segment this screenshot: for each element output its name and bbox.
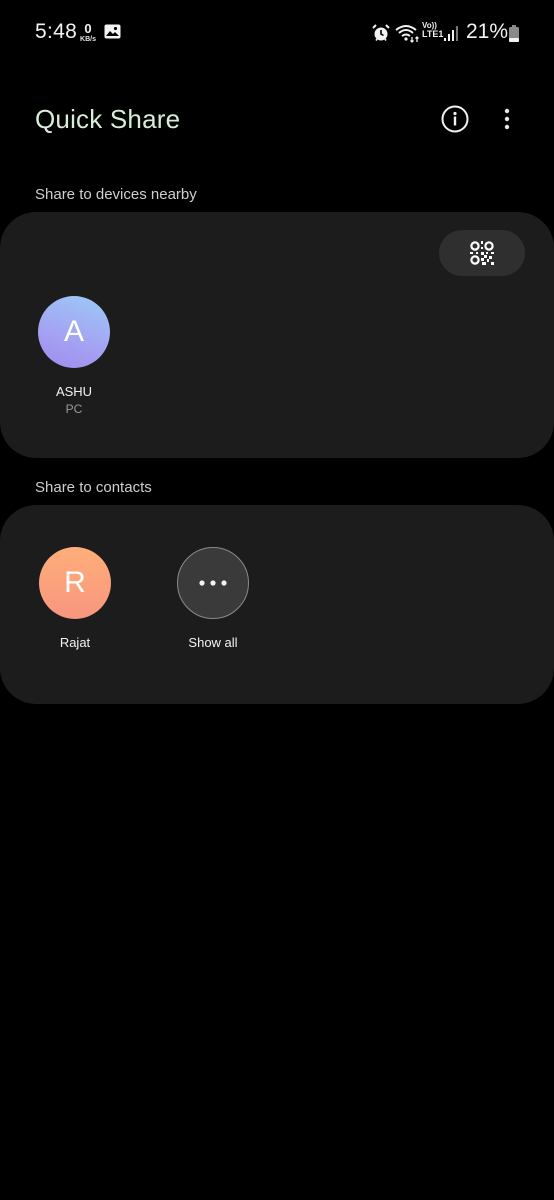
device-type: PC bbox=[65, 402, 83, 416]
show-all-label: Show all bbox=[188, 635, 238, 650]
alarm-icon bbox=[372, 24, 390, 41]
avatar: A bbox=[38, 296, 110, 368]
volte-icon: Vo)) LTE1 bbox=[422, 21, 444, 39]
contact-name: Rajat bbox=[59, 635, 91, 650]
nearby-devices-card: A ASHU PC bbox=[0, 212, 554, 458]
info-icon[interactable] bbox=[440, 104, 470, 134]
more-options-icon[interactable] bbox=[496, 104, 518, 134]
qr-code-icon bbox=[470, 241, 494, 265]
device-name: ASHU bbox=[55, 384, 93, 399]
page-title: Quick Share bbox=[35, 104, 181, 134]
more-horizontal-icon bbox=[177, 547, 249, 619]
network-speed-unit: KB/s bbox=[80, 36, 96, 43]
status-time: 5:48 bbox=[35, 20, 78, 43]
battery-icon bbox=[509, 25, 519, 42]
show-all-button[interactable]: Show all bbox=[158, 547, 268, 650]
battery-percent: 21% bbox=[466, 20, 509, 43]
contact-target-rajat[interactable]: R Rajat bbox=[20, 547, 130, 650]
device-target-ashu[interactable]: A ASHU PC bbox=[19, 296, 129, 416]
nearby-devices-label: Share to devices nearby bbox=[35, 186, 197, 203]
contacts-label: Share to contacts bbox=[35, 479, 152, 496]
signal-icon bbox=[444, 26, 458, 41]
avatar: R bbox=[39, 547, 111, 619]
network-speed: 0 KB/s bbox=[78, 22, 98, 43]
network-speed-value: 0 bbox=[84, 21, 92, 36]
contacts-card: R Rajat Show all bbox=[0, 505, 554, 704]
wifi-icon bbox=[395, 25, 419, 43]
gallery-icon bbox=[104, 24, 121, 39]
status-bar: 5:48 0 KB/s Vo)) LTE1 21% bbox=[0, 0, 554, 66]
qr-code-button[interactable] bbox=[439, 230, 525, 276]
